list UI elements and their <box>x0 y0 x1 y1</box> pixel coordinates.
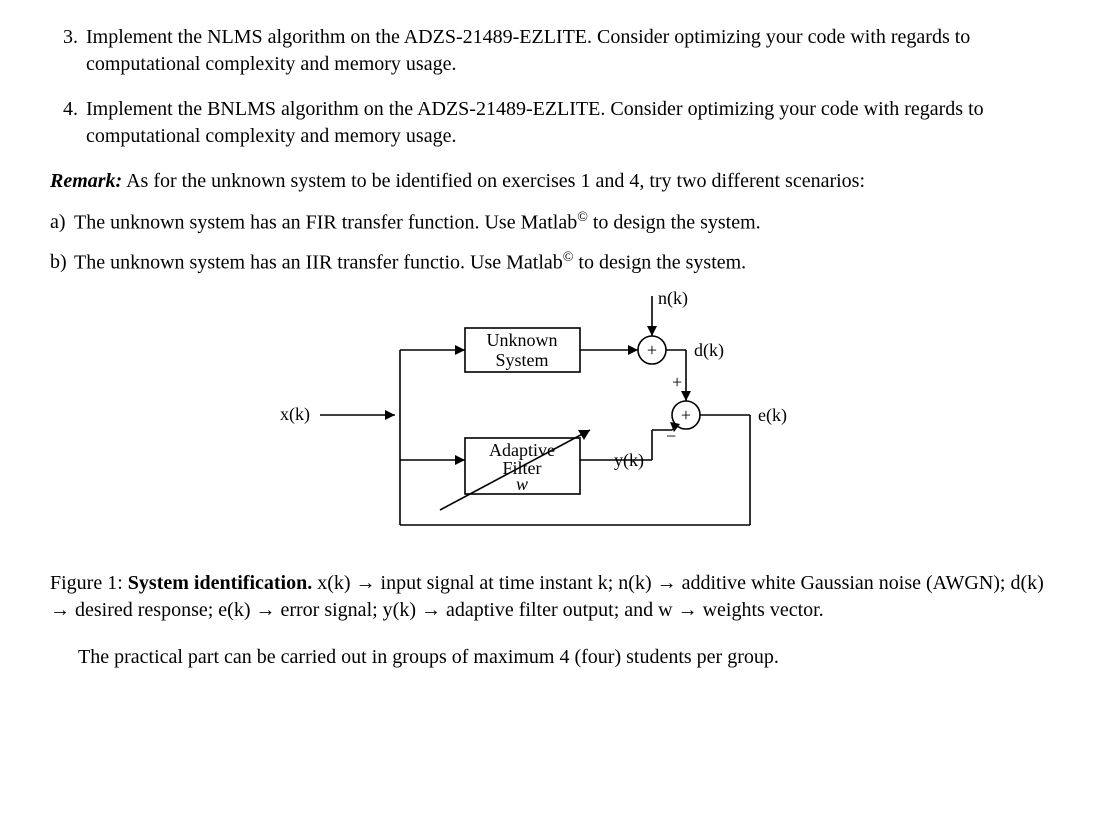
block-adaptive-l1: Adaptive <box>489 440 555 460</box>
block-diagram: x(k) Unknown System n(k) + d(k) <box>280 290 820 550</box>
list-item-4: 4. Implement the BNLMS algorithm on the … <box>50 96 1050 150</box>
figure-wrap: x(k) Unknown System n(k) + d(k) <box>50 290 1050 550</box>
list-number: 4. <box>50 96 86 150</box>
sub-item-a: a) The unknown system has an FIR transfe… <box>50 209 1050 237</box>
sub-text-post: to design the system. <box>588 212 761 234</box>
label-xk: x(k) <box>280 404 310 425</box>
sub-letter: a) <box>50 209 74 237</box>
sub-text-pre: The unknown system has an FIR transfer f… <box>74 212 577 234</box>
sub-text-post: to design the system. <box>573 251 746 273</box>
sub-body: The unknown system has an FIR transfer f… <box>74 209 1050 237</box>
copyright-icon: © <box>563 250 574 265</box>
list-number: 3. <box>50 24 86 78</box>
figure-caption: Figure 1: System identification. x(k) → … <box>50 570 1050 624</box>
closing-line: The practical part can be carried out in… <box>78 644 1050 671</box>
copyright-icon: © <box>577 210 588 225</box>
list-body: Implement the BNLMS algorithm on the ADZ… <box>86 96 1050 150</box>
label-ek: e(k) <box>758 405 787 426</box>
list-item-3: 3. Implement the NLMS algorithm on the A… <box>50 24 1050 78</box>
summer-top-plus: + <box>647 340 657 360</box>
summer-plus-d: + <box>672 372 682 392</box>
list-body: Implement the NLMS algorithm on the ADZS… <box>86 24 1050 78</box>
remark-line: Remark: As for the unknown system to be … <box>50 168 1050 195</box>
sub-body: The unknown system has an IIR transfer f… <box>74 249 1050 277</box>
sub-text-pre: The unknown system has an IIR transfer f… <box>74 251 563 273</box>
sub-item-b: b) The unknown system has an IIR transfe… <box>50 249 1050 277</box>
label-nk: n(k) <box>658 290 688 309</box>
summer-minus-y: − <box>666 426 676 446</box>
block-adaptive-l3: w <box>516 474 528 494</box>
remark-text: As for the unknown system to be identifi… <box>122 170 865 192</box>
sub-letter: b) <box>50 249 74 277</box>
caption-fig: Figure 1: <box>50 572 128 594</box>
block-unknown-l1: Unknown <box>487 330 558 350</box>
label-dk: d(k) <box>694 340 724 361</box>
remark-lead: Remark: <box>50 170 122 192</box>
summer-bottom-plus: + <box>681 405 691 425</box>
caption-title: System identification. <box>128 572 312 594</box>
document-page: 3. Implement the NLMS algorithm on the A… <box>0 0 1100 832</box>
block-unknown-l2: System <box>495 350 548 370</box>
